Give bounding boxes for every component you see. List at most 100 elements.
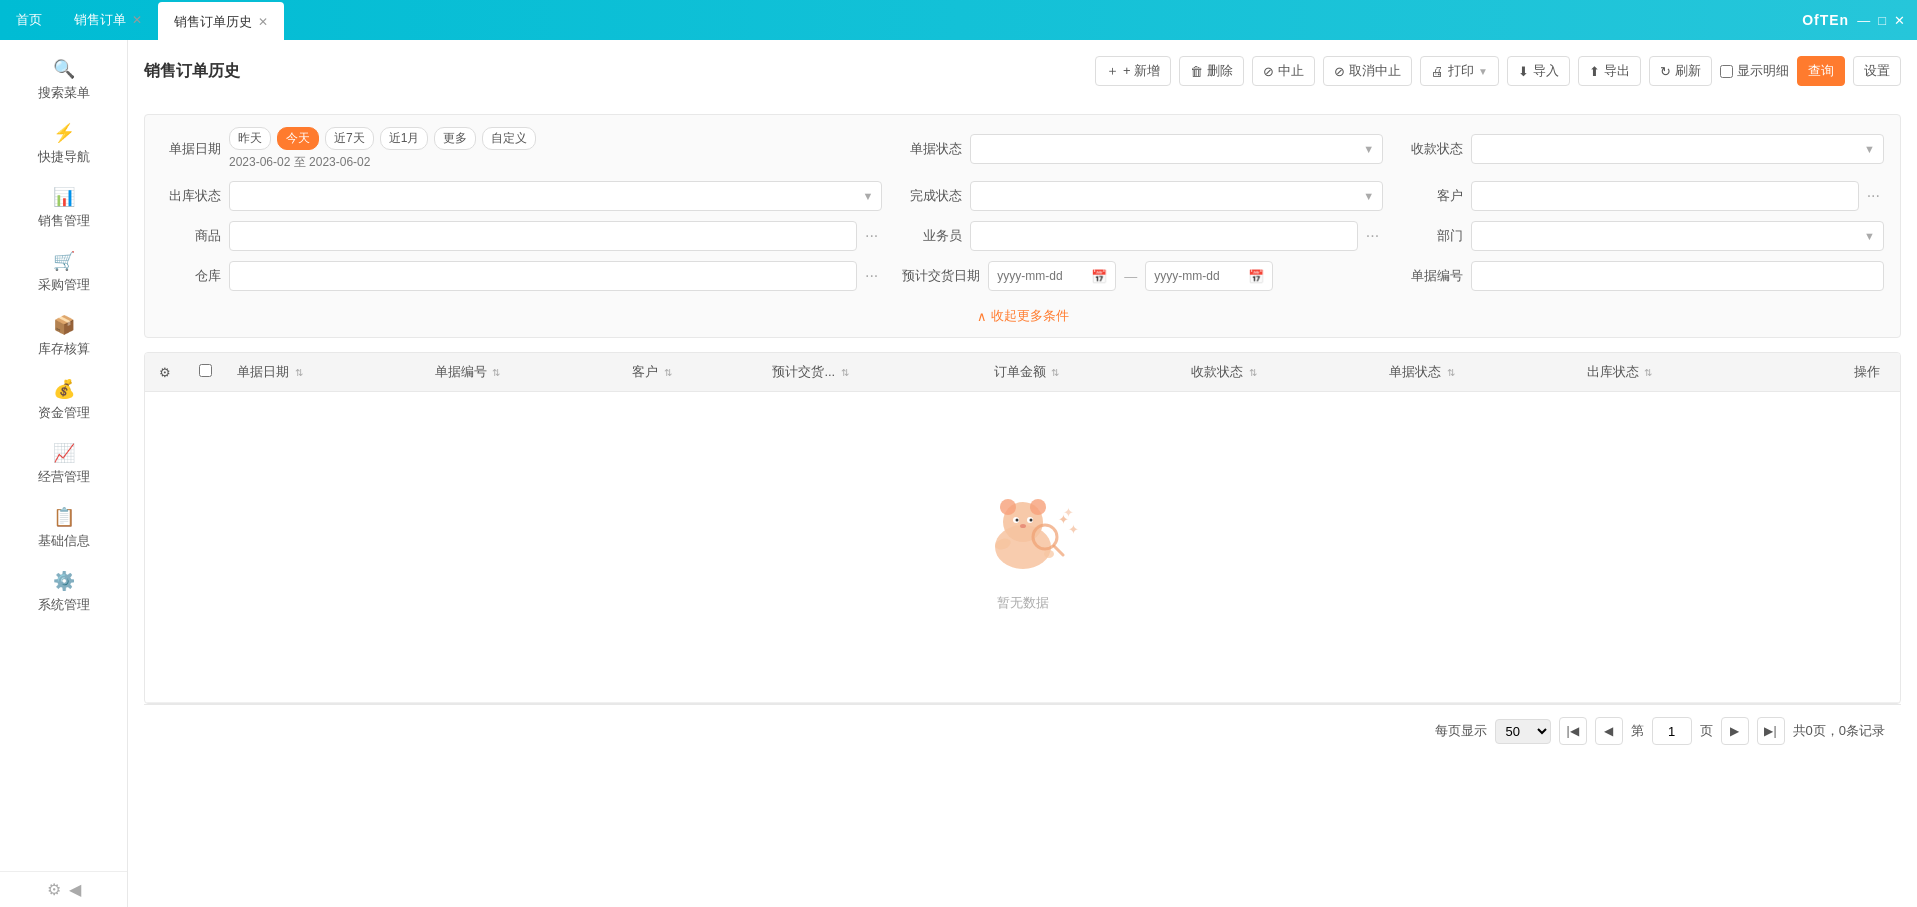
system-mgmt-icon: ⚙️ <box>53 570 75 592</box>
page-input[interactable]: 1 <box>1652 717 1692 745</box>
th-delivery-date[interactable]: 预计交货... ⇅ <box>760 353 981 392</box>
salesperson-input[interactable] <box>970 221 1358 251</box>
page-label-after: 页 <box>1700 722 1713 740</box>
salesperson-more[interactable]: ··· <box>1362 227 1383 245</box>
sort-customer-icon: ⇅ <box>664 367 672 378</box>
th-gear[interactable]: ⚙ <box>145 353 185 392</box>
page-title: 销售订单历史 <box>144 61 240 82</box>
maximize-btn[interactable]: □ <box>1878 13 1886 28</box>
import-label: 导入 <box>1533 62 1559 80</box>
calendar-end-icon[interactable]: 📅 <box>1248 269 1264 284</box>
warehouse-more[interactable]: ··· <box>861 267 882 285</box>
sidebar-item-operations[interactable]: 📈 经营管理 <box>0 432 127 496</box>
cancel-stop-button[interactable]: ⊘ 取消中止 <box>1323 56 1412 86</box>
purchase-mgmt-icon: 🛒 <box>53 250 75 272</box>
empty-cell: ✦ ✦ ✦ 暂无数据 <box>145 392 1900 703</box>
export-icon: ⬆ <box>1589 64 1600 79</box>
new-button[interactable]: ＋ + 新增 <box>1095 56 1171 86</box>
tab-sales-order[interactable]: 销售订单 ✕ <box>58 0 158 40</box>
import-button[interactable]: ⬇ 导入 <box>1507 56 1570 86</box>
tab-sales-order-history-close[interactable]: ✕ <box>258 15 268 29</box>
product-more[interactable]: ··· <box>861 227 882 245</box>
sidebar-settings-icon[interactable]: ⚙ <box>47 880 61 899</box>
filter-row-1: 单据日期 昨天 今天 近7天 近1月 更多 自定义 <box>161 127 1884 171</box>
select-all-checkbox[interactable] <box>199 364 212 377</box>
close-btn[interactable]: ✕ <box>1894 13 1905 28</box>
prev-page-btn[interactable]: ◀ <box>1595 717 1623 745</box>
sidebar-item-operations-label: 经营管理 <box>38 468 90 486</box>
date-btn-today[interactable]: 今天 <box>277 127 319 150</box>
collapse-btn[interactable]: ∧ 收起更多条件 <box>161 301 1884 325</box>
first-page-btn[interactable]: |◀ <box>1559 717 1587 745</box>
sidebar-item-finance[interactable]: 💰 资金管理 <box>0 368 127 432</box>
bill-status-select[interactable]: ▼ <box>970 134 1383 164</box>
completion-status-select[interactable]: ▼ <box>970 181 1383 211</box>
sidebar-item-quick-nav[interactable]: ⚡ 快捷导航 <box>0 112 127 176</box>
salesperson-control: ··· <box>970 221 1383 251</box>
query-button[interactable]: 查询 <box>1797 56 1845 86</box>
sidebar-item-purchase-mgmt-label: 采购管理 <box>38 276 90 294</box>
date-dash: — <box>1120 269 1141 284</box>
th-operation-label: 操作 <box>1854 364 1880 379</box>
stop-button[interactable]: ⊘ 中止 <box>1252 56 1315 86</box>
sidebar-collapse-icon[interactable]: ◀ <box>69 880 81 899</box>
date-btn-custom[interactable]: 自定义 <box>482 127 536 150</box>
bill-number-input[interactable] <box>1471 261 1884 291</box>
delete-button[interactable]: 🗑 删除 <box>1179 56 1244 86</box>
stop-icon: ⊘ <box>1263 64 1274 79</box>
minimize-btn[interactable]: — <box>1857 13 1870 28</box>
calendar-start-icon[interactable]: 📅 <box>1091 269 1107 284</box>
th-receipt-status[interactable]: 收款状态 ⇅ <box>1179 353 1377 392</box>
last-page-btn[interactable]: ▶| <box>1757 717 1785 745</box>
th-outbound-status[interactable]: 出库状态 ⇅ <box>1575 353 1773 392</box>
warehouse-input[interactable] <box>229 261 857 291</box>
department-select[interactable]: ▼ <box>1471 221 1884 251</box>
export-button[interactable]: ⬆ 导出 <box>1578 56 1641 86</box>
date-btn-more[interactable]: 更多 <box>434 127 476 150</box>
th-date[interactable]: 单据日期 ⇅ <box>225 353 423 392</box>
date-btn-1month[interactable]: 近1月 <box>380 127 429 150</box>
tab-sales-order-label: 销售订单 <box>74 11 126 29</box>
filter-outbound-status-field: 出库状态 ▼ <box>161 181 882 211</box>
print-label: 打印 <box>1448 62 1474 80</box>
th-date-label: 单据日期 <box>237 364 289 379</box>
date-btn-7days[interactable]: 近7天 <box>325 127 374 150</box>
customer-input[interactable] <box>1471 181 1859 211</box>
th-amount[interactable]: 订单金额 ⇅ <box>982 353 1180 392</box>
date-col: 昨天 今天 近7天 近1月 更多 自定义 2023-06-02 至 2023-0… <box>229 127 536 171</box>
outbound-status-select[interactable]: ▼ <box>229 181 882 211</box>
tab-sales-order-history[interactable]: 销售订单历史 ✕ <box>158 2 284 42</box>
print-button[interactable]: 🖨 打印 ▼ <box>1420 56 1499 86</box>
customer-more[interactable]: ··· <box>1863 187 1884 205</box>
bill-status-control: ▼ <box>970 134 1383 164</box>
delivery-date-start-group: 📅 <box>988 261 1116 291</box>
delivery-date-end[interactable] <box>1154 269 1244 283</box>
display-toggle[interactable]: 显示明细 <box>1720 62 1789 80</box>
tab-sales-order-close[interactable]: ✕ <box>132 13 142 27</box>
receipt-status-control: ▼ <box>1471 134 1884 164</box>
display-toggle-checkbox[interactable] <box>1720 65 1733 78</box>
sidebar-item-inventory[interactable]: 📦 库存核算 <box>0 304 127 368</box>
delivery-date-start[interactable] <box>997 269 1087 283</box>
refresh-button[interactable]: ↻ 刷新 <box>1649 56 1712 86</box>
th-number[interactable]: 单据编号 ⇅ <box>423 353 621 392</box>
sidebar-item-system-mgmt[interactable]: ⚙️ 系统管理 <box>0 560 127 624</box>
tab-home[interactable]: 首页 <box>0 0 58 40</box>
th-bill-status[interactable]: 单据状态 ⇅ <box>1377 353 1575 392</box>
date-btn-yesterday[interactable]: 昨天 <box>229 127 271 150</box>
per-page-select[interactable]: 10 20 50 100 <box>1495 719 1551 744</box>
settings-button[interactable]: 设置 <box>1853 56 1901 86</box>
sidebar-item-search-menu[interactable]: 🔍 搜索菜单 <box>0 48 127 112</box>
department-arrow: ▼ <box>1864 230 1875 242</box>
sidebar-item-sales-mgmt[interactable]: 📊 销售管理 <box>0 176 127 240</box>
product-input[interactable] <box>229 221 857 251</box>
receipt-status-select[interactable]: ▼ <box>1471 134 1884 164</box>
gear-icon[interactable]: ⚙ <box>159 365 171 380</box>
next-page-btn[interactable]: ▶ <box>1721 717 1749 745</box>
outbound-status-arrow: ▼ <box>862 190 873 202</box>
sidebar-item-basic-info[interactable]: 📋 基础信息 <box>0 496 127 560</box>
sidebar-item-purchase-mgmt[interactable]: 🛒 采购管理 <box>0 240 127 304</box>
th-customer[interactable]: 客户 ⇅ <box>620 353 760 392</box>
completion-status-label: 完成状态 <box>902 187 962 205</box>
th-check[interactable] <box>185 353 225 392</box>
